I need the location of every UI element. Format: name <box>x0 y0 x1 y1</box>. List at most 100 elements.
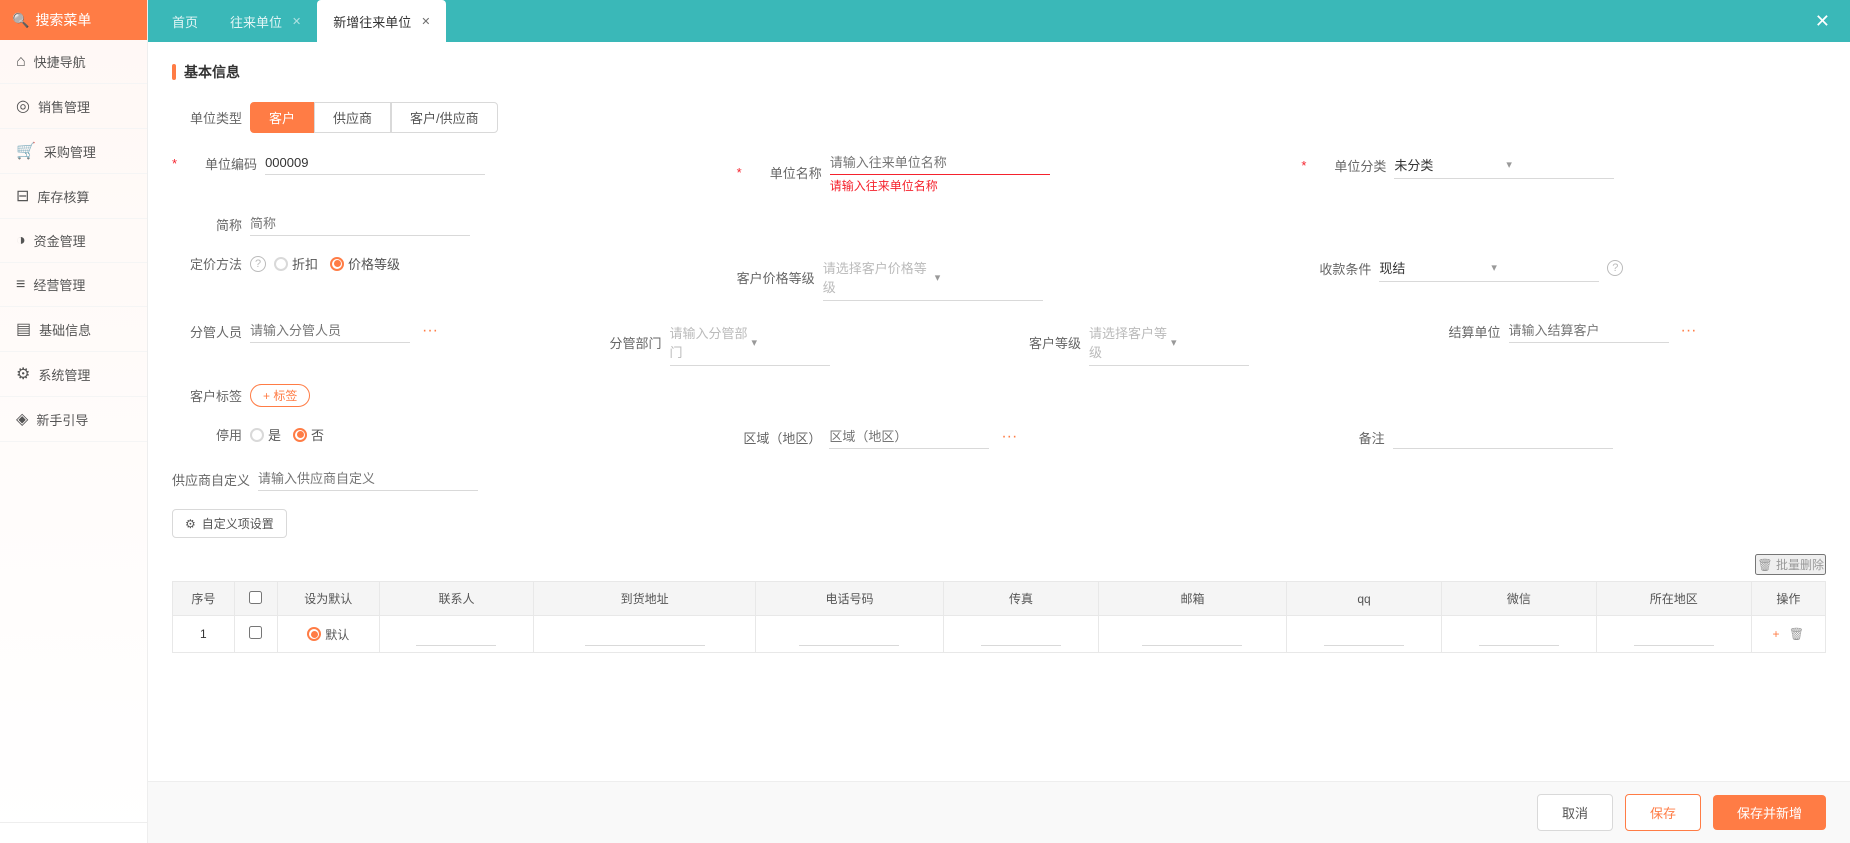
customer-price-level-placeholder: 请选择客户价格等级 <box>823 258 931 296</box>
row-checkbox[interactable] <box>249 626 262 639</box>
region-input[interactable] <box>829 425 989 449</box>
delivery-address[interactable] <box>534 616 755 653</box>
sidebar-item-operations[interactable]: ≡经营管理 <box>0 263 147 307</box>
add-row-btn[interactable]: + <box>1773 627 1780 641</box>
notes-label: 备注 <box>1315 428 1385 447</box>
window-close-button[interactable]: ✕ <box>1803 11 1842 32</box>
customer-price-level-select[interactable]: 请选择客户价格等级 ▾ <box>823 254 1043 301</box>
supplier-custom-row: 供应商自定义 <box>172 467 1826 491</box>
customer-level-label: 客户等级 <box>1011 333 1081 352</box>
department-chevron: ▾ <box>752 336 830 349</box>
contact-person[interactable] <box>379 616 534 653</box>
unit-type-group: 客户 供应商 客户/供应商 <box>250 102 498 133</box>
customer-btn[interactable]: 客户 <box>250 102 314 133</box>
supplier-btn[interactable]: 供应商 <box>314 102 391 133</box>
customer-price-level-field: 客户价格等级 请选择客户价格等级 ▾ <box>737 254 1262 301</box>
tab-home[interactable]: 首页 <box>156 0 214 42</box>
section-title: 基本信息 <box>184 62 240 82</box>
discount-radio[interactable]: 折扣 <box>274 254 318 273</box>
unit-name-input[interactable] <box>830 151 1050 175</box>
department-placeholder: 请输入分管部门 <box>670 323 748 361</box>
settlement-more-btn[interactable]: ··· <box>1677 322 1701 340</box>
section-header: 基本信息 <box>172 62 1826 82</box>
table-row: 1 默认 <box>173 616 1826 653</box>
sidebar-icon-operations: ≡ <box>16 276 25 294</box>
discount-radio-circle <box>274 257 288 271</box>
unit-code-input[interactable] <box>265 151 485 175</box>
batch-delete-button[interactable]: 🗑 批量删除 <box>1755 554 1826 575</box>
tab-close-new-partner[interactable]: ✕ <box>421 15 430 28</box>
sidebar-item-quick-nav[interactable]: ⌂快捷导航 <box>0 40 147 84</box>
disabled-yes-radio[interactable]: 是 <box>250 425 281 444</box>
default-radio-circle <box>307 627 321 641</box>
wechat[interactable] <box>1441 616 1596 653</box>
trash-icon: 🗑 <box>1757 558 1772 572</box>
settlement-input[interactable] <box>1509 319 1669 343</box>
section-bar <box>172 64 176 80</box>
contacts-table-section: 🗑 批量删除 序号设为默认联系人到货地址电话号码传真邮箱qq微信所在地区操作 1 <box>172 554 1826 653</box>
disabled-yes-label: 是 <box>268 425 281 444</box>
table-header-cell: qq <box>1287 582 1442 616</box>
pricing-method-label: 定价方法 <box>172 254 242 273</box>
tab-new-partner[interactable]: 新增往来单位✕ <box>317 0 446 42</box>
fax[interactable] <box>944 616 1099 653</box>
default-radio[interactable]: 默认 <box>307 626 349 643</box>
save-new-button[interactable]: 保存并新增 <box>1713 795 1826 830</box>
cancel-button[interactable]: 取消 <box>1537 794 1613 831</box>
short-name-input[interactable] <box>250 212 470 236</box>
sidebar-icon-purchase: 🛒 <box>16 141 36 161</box>
unit-code-label: 单位编码 <box>187 154 257 173</box>
sidebar-icon-finance: ◑ <box>16 232 26 250</box>
delete-row-btn[interactable]: 🗑 <box>1789 627 1804 641</box>
manager-more-btn[interactable]: ··· <box>418 322 442 340</box>
pricing-help-icon[interactable]: ? <box>250 256 266 272</box>
custom-settings-area: ⚙ 自定义项设置 <box>172 509 1826 538</box>
payment-terms-select[interactable]: 现结 ▾ <box>1379 254 1599 282</box>
table-header-cell: 设为默认 <box>277 582 379 616</box>
customer-level-select[interactable]: 请选择客户等级 ▾ <box>1089 319 1249 366</box>
disabled-no-radio[interactable]: 否 <box>293 425 324 444</box>
customer-tag-label: 客户标签 <box>172 386 242 405</box>
customer-price-level-chevron: ▾ <box>935 271 1043 284</box>
table-header-cell: 联系人 <box>379 582 534 616</box>
sidebar-item-sales[interactable]: ◎销售管理 <box>0 84 147 129</box>
search-icon: 🔍 <box>12 12 29 29</box>
short-name-field: 简称 <box>172 212 1826 236</box>
region-more-btn[interactable]: ··· <box>997 428 1021 446</box>
payment-help-icon[interactable]: ? <box>1607 260 1623 276</box>
save-button[interactable]: 保存 <box>1625 794 1701 831</box>
sidebar-item-basic[interactable]: ▤基础信息 <box>0 307 147 352</box>
table-header-cell: 邮箱 <box>1098 582 1286 616</box>
sidebar-label-basic: 基础信息 <box>39 320 91 339</box>
sidebar-label-quick-nav: 快捷导航 <box>34 52 86 71</box>
price-level-radio[interactable]: 价格等级 <box>330 254 400 273</box>
manager-field: 分管人员 ··· <box>172 319 568 343</box>
location[interactable] <box>1596 616 1751 653</box>
notes-input[interactable] <box>1393 425 1613 449</box>
phone[interactable] <box>755 616 943 653</box>
tab-label-home: 首页 <box>172 12 198 31</box>
sidebar-bottom <box>0 822 147 843</box>
select-all-checkbox[interactable] <box>249 591 262 604</box>
sidebar-item-inventory[interactable]: ⊟库存核算 <box>0 174 147 219</box>
sidebar-item-finance[interactable]: ◑资金管理 <box>0 219 147 263</box>
department-select[interactable]: 请输入分管部门 ▾ <box>670 319 830 366</box>
sidebar-item-purchase[interactable]: 🛒采购管理 <box>0 129 147 174</box>
tab-close-partners[interactable]: ✕ <box>292 15 301 28</box>
both-btn[interactable]: 客户/供应商 <box>391 102 498 133</box>
add-tag-button[interactable]: + 标签 <box>250 384 310 407</box>
manager-input[interactable] <box>250 319 410 343</box>
sidebar-item-guide[interactable]: ◈新手引导 <box>0 397 147 442</box>
qq[interactable] <box>1287 616 1442 653</box>
unit-category-select[interactable]: 未分类 ▾ <box>1394 151 1614 179</box>
email[interactable] <box>1098 616 1286 653</box>
custom-settings-label: 自定义项设置 <box>202 515 274 532</box>
sidebar: 🔍 搜索菜单 ⌂快捷导航◎销售管理🛒采购管理⊟库存核算◑资金管理≡经营管理▤基础… <box>0 0 148 843</box>
custom-settings-button[interactable]: ⚙ 自定义项设置 <box>172 509 287 538</box>
tab-partners[interactable]: 往来单位✕ <box>214 0 317 42</box>
search-menu-button[interactable]: 🔍 搜索菜单 <box>0 0 147 40</box>
supplier-custom-input[interactable] <box>258 467 478 491</box>
short-name-label: 简称 <box>172 215 242 234</box>
customer-level-placeholder: 请选择客户等级 <box>1089 323 1167 361</box>
sidebar-item-system[interactable]: ⚙系统管理 <box>0 352 147 397</box>
